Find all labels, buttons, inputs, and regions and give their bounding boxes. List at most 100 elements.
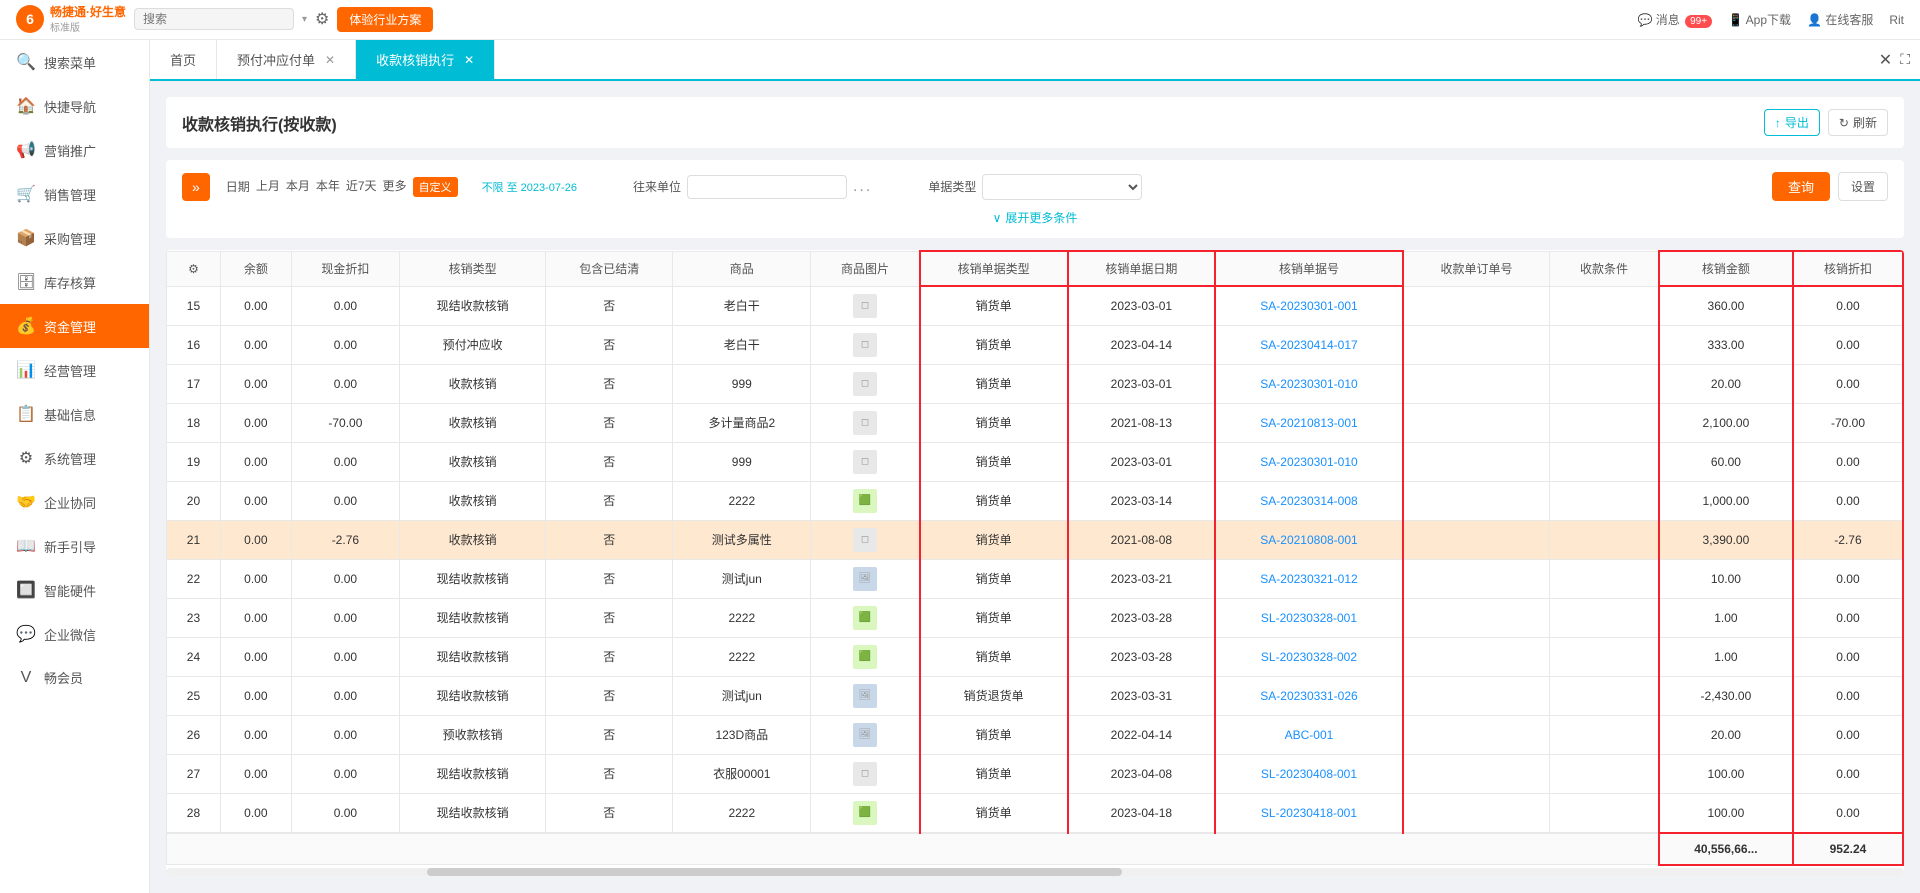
- goods-image: ◻: [853, 411, 877, 435]
- dropdown-arrow-icon[interactable]: ▾: [302, 14, 307, 25]
- sidebar-item-smart[interactable]: 🔲 智能硬件: [0, 568, 149, 612]
- cell-doc-no[interactable]: SA-20230301-010: [1215, 442, 1403, 481]
- sidebar-item-label: 搜索菜单: [44, 53, 96, 72]
- table-row: 23 0.00 0.00 现结收款核销 否 2222 🟩 销货单 2023-03…: [167, 598, 1904, 637]
- purchase-icon: 📦: [16, 228, 36, 248]
- date-custom-button[interactable]: 自定义: [413, 177, 458, 197]
- cell-balance: 0.00: [220, 442, 291, 481]
- date-links: 上月 本月 本年 近7天 更多 自定义: [256, 177, 458, 197]
- table-scrollbar-thumb[interactable]: [427, 868, 1122, 876]
- cell-doc-type: 销货单: [920, 715, 1068, 754]
- cell-doc-no[interactable]: SL-20230328-001: [1215, 598, 1403, 637]
- cell-cash-discount: 0.00: [291, 364, 399, 403]
- tab-bar-close-button[interactable]: ✕: [1879, 50, 1892, 70]
- message-link[interactable]: 💬 消息 99+: [1637, 11, 1712, 28]
- sidebar-item-system[interactable]: ⚙ 系统管理: [0, 436, 149, 480]
- sidebar-item-purchase[interactable]: 📦 采购管理: [0, 216, 149, 260]
- cell-include-cleared: 否: [546, 676, 673, 715]
- cell-include-cleared: 否: [546, 481, 673, 520]
- query-button[interactable]: 查询: [1772, 172, 1830, 201]
- data-table: ⚙ 余额 现金折扣 核销类型 包含已结清 商品 商品图片 核销单据类型 核销单据…: [166, 250, 1904, 866]
- doctype-select[interactable]: [982, 174, 1142, 200]
- industry-button[interactable]: 体验行业方案: [337, 7, 433, 32]
- sidebar-item-label: 智能硬件: [44, 581, 96, 600]
- expand-more-conditions[interactable]: ∨ 展开更多条件: [182, 209, 1888, 226]
- partner-dots[interactable]: ...: [853, 178, 872, 196]
- sidebar-item-member[interactable]: V 畅会员: [0, 656, 149, 699]
- cell-doc-no[interactable]: SA-20230314-008: [1215, 481, 1403, 520]
- cell-cancel-type: 收款核销: [400, 403, 546, 442]
- export-icon: ↑: [1775, 116, 1781, 130]
- cell-doc-no[interactable]: SL-20230328-002: [1215, 637, 1403, 676]
- cell-goods: 测试jun: [673, 676, 811, 715]
- sidebar-item-wechat[interactable]: 💬 企业微信: [0, 612, 149, 656]
- tab-bar-expand-button[interactable]: ⛶: [1900, 51, 1910, 68]
- refresh-button[interactable]: ↻ 刷新: [1828, 109, 1888, 136]
- sidebar-item-quick-nav[interactable]: 🏠 快捷导航: [0, 84, 149, 128]
- search-input[interactable]: [134, 8, 294, 30]
- date-7days[interactable]: 近7天: [346, 177, 377, 197]
- enterprise-icon: 🤝: [16, 492, 36, 512]
- cell-cash-discount: -2.76: [291, 520, 399, 559]
- cell-doc-no[interactable]: SA-20230301-010: [1215, 364, 1403, 403]
- cell-id: 19: [167, 442, 221, 481]
- cell-doc-no[interactable]: SA-20210808-001: [1215, 520, 1403, 559]
- cell-cancel-type: 现结收款核销: [400, 559, 546, 598]
- sidebar-item-business[interactable]: 📊 经营管理: [0, 348, 149, 392]
- cell-doc-no[interactable]: SA-20230331-026: [1215, 676, 1403, 715]
- cell-goods-image: ◻: [811, 286, 920, 325]
- date-this-month[interactable]: 本月: [286, 177, 310, 197]
- tab-receipt-cancel[interactable]: 收款核销执行 ✕: [356, 40, 495, 79]
- user-name: Rit: [1889, 13, 1904, 27]
- tab-prepay[interactable]: 预付冲应付单 ✕: [217, 40, 356, 79]
- export-button[interactable]: ↑ 导出: [1764, 109, 1820, 136]
- cell-cancel-type: 现结收款核销: [400, 793, 546, 833]
- cell-doc-date: 2023-04-08: [1068, 754, 1216, 793]
- cell-cancel-type: 收款核销: [400, 442, 546, 481]
- cell-doc-no[interactable]: ABC-001: [1215, 715, 1403, 754]
- gear-button[interactable]: ⚙: [315, 9, 329, 29]
- cell-doc-no[interactable]: SL-20230408-001: [1215, 754, 1403, 793]
- sidebar-item-guide[interactable]: 📖 新手引导: [0, 524, 149, 568]
- cell-cancel-type: 现结收款核销: [400, 598, 546, 637]
- sidebar-item-enterprise[interactable]: 🤝 企业协同: [0, 480, 149, 524]
- cell-doc-no[interactable]: SL-20230418-001: [1215, 793, 1403, 833]
- app-download-link[interactable]: 📱 App下载: [1728, 11, 1791, 28]
- tab-home[interactable]: 首页: [150, 40, 217, 79]
- date-prev-month[interactable]: 上月: [256, 177, 280, 197]
- cell-doc-no[interactable]: SA-20210813-001: [1215, 403, 1403, 442]
- th-settings[interactable]: ⚙: [167, 251, 221, 286]
- tab-close-prepay[interactable]: ✕: [325, 53, 335, 67]
- cell-doc-date: 2023-03-01: [1068, 286, 1216, 325]
- table-scrollbar[interactable]: [166, 868, 1904, 876]
- goods-image: 🖼: [853, 684, 877, 708]
- sidebar-item-marketing[interactable]: 📢 营销推广: [0, 128, 149, 172]
- sidebar-item-basic[interactable]: 📋 基础信息: [0, 392, 149, 436]
- date-more[interactable]: 更多: [383, 177, 407, 197]
- th-goods: 商品: [673, 251, 811, 286]
- th-cancel-type: 核销类型: [400, 251, 546, 286]
- cell-include-cleared: 否: [546, 559, 673, 598]
- cell-doc-no[interactable]: SA-20230321-012: [1215, 559, 1403, 598]
- sidebar-item-search[interactable]: 🔍 搜索菜单: [0, 40, 149, 84]
- sidebar-item-finance[interactable]: 💰 资金管理: [0, 304, 149, 348]
- cell-balance: 0.00: [220, 520, 291, 559]
- partner-input[interactable]: [687, 175, 847, 199]
- cell-cancel-type: 现结收款核销: [400, 676, 546, 715]
- cell-doc-date: 2023-04-14: [1068, 325, 1216, 364]
- service-link[interactable]: 👤 在线客服: [1807, 11, 1873, 28]
- cell-doc-no[interactable]: SA-20230301-001: [1215, 286, 1403, 325]
- tab-close-receipt[interactable]: ✕: [464, 53, 474, 67]
- cell-include-cleared: 否: [546, 520, 673, 559]
- table-row: 20 0.00 0.00 收款核销 否 2222 🟩 销货单 2023-03-1…: [167, 481, 1904, 520]
- settings-button[interactable]: 设置: [1838, 172, 1888, 201]
- sidebar-item-sales[interactable]: 🛒 销售管理: [0, 172, 149, 216]
- filter-expand-arrow[interactable]: »: [182, 173, 210, 201]
- cell-doc-no[interactable]: SA-20230414-017: [1215, 325, 1403, 364]
- sidebar-item-inventory[interactable]: 🗄 库存核算: [0, 260, 149, 304]
- goods-image: 🟩: [853, 645, 877, 669]
- cell-goods: 测试多属性: [673, 520, 811, 559]
- table-row: 21 0.00 -2.76 收款核销 否 测试多属性 ◻ 销货单 2021-08…: [167, 520, 1904, 559]
- date-this-year[interactable]: 本年: [316, 177, 340, 197]
- cell-cancel-amount: 60.00: [1659, 442, 1793, 481]
